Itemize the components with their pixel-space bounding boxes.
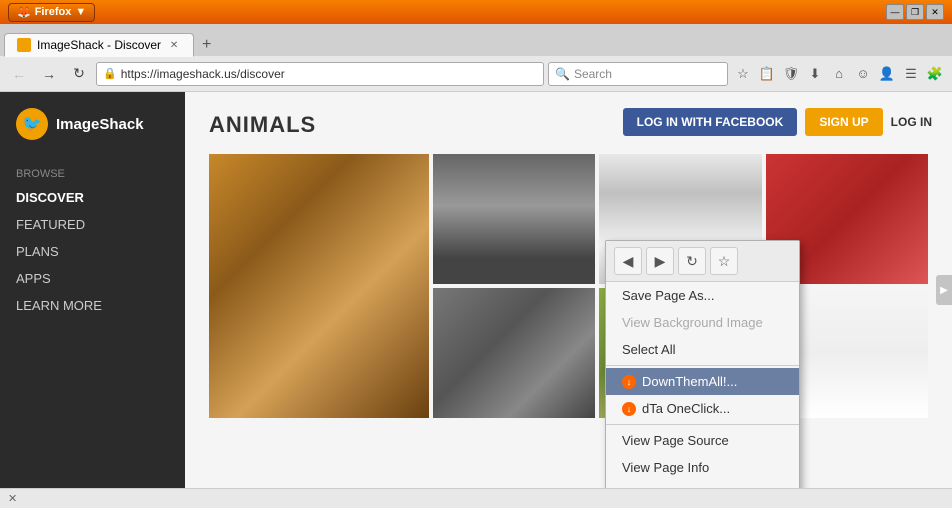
sidebar-logo: 🐦 ImageShack: [0, 108, 185, 156]
lock-icon: 🔒: [103, 67, 117, 80]
cm-view-page-source[interactable]: View Page Source: [606, 427, 799, 454]
url-text: https://imageshack.us/discover: [121, 67, 285, 81]
logo-icon: 🐦: [16, 108, 48, 140]
dta-icon: ↓: [622, 402, 636, 416]
cm-dta-oneclick[interactable]: ↓ dTa OneClick...: [606, 395, 799, 422]
home-icon[interactable]: ⌂: [828, 63, 850, 85]
content-area: LOG IN WITH FACEBOOK SIGN UP LOG IN ANIM…: [185, 92, 952, 488]
image-cell-dog[interactable]: [209, 154, 429, 418]
search-bar[interactable]: 🔍 Search: [548, 62, 728, 86]
main-layout: 🐦 ImageShack Browse DISCOVER FEATURED PL…: [0, 92, 952, 488]
login-button[interactable]: LOG IN: [891, 115, 932, 129]
window-controls: — ❐ ✕: [886, 4, 944, 20]
title-bar-left: 🦊 Firefox ▼: [8, 3, 95, 22]
search-icon: 🔍: [555, 67, 570, 81]
download-icon[interactable]: ⬇: [804, 63, 826, 85]
tab-close-button[interactable]: ✕: [167, 38, 181, 52]
sidebar-item-discover[interactable]: DISCOVER: [0, 184, 185, 211]
downthemall-icon: ↓: [622, 375, 636, 389]
image-cell-woman[interactable]: [433, 154, 595, 284]
tab-title: ImageShack - Discover: [37, 38, 161, 52]
context-menu-nav: ◀ ▶ ↻ ☆: [606, 241, 799, 282]
new-tab-button[interactable]: +: [196, 34, 217, 56]
cm-view-page-info[interactable]: View Page Info: [606, 454, 799, 481]
cm-forward-button[interactable]: ▶: [646, 247, 674, 275]
shield-icon[interactable]: 🛡: [780, 63, 802, 85]
dropdown-arrow: ▼: [75, 6, 86, 18]
tab-bar: ImageShack - Discover ✕ +: [0, 24, 952, 56]
cm-separator-2: [606, 424, 799, 425]
active-tab[interactable]: ImageShack - Discover ✕: [4, 33, 194, 57]
image-grid: [209, 154, 928, 418]
cm-inspect-element[interactable]: Inspect Element (Q): [606, 481, 799, 488]
sidebar-item-apps[interactable]: APPS: [0, 265, 185, 292]
nav-icons: ☆ 📋 🛡 ⬇ ⌂ ☺ 👤 ☰ 🧩: [732, 63, 946, 85]
image-cell-cat[interactable]: [433, 288, 595, 418]
cm-save-page-as[interactable]: Save Page As...: [606, 282, 799, 309]
scroll-right-button[interactable]: ▶: [936, 275, 952, 305]
cm-back-button[interactable]: ◀: [614, 247, 642, 275]
back-button[interactable]: ←: [6, 61, 32, 87]
nav-bar: ← → ↻ 🔒 https://imageshack.us/discover 🔍…: [0, 56, 952, 92]
signup-button[interactable]: SIGN UP: [805, 108, 882, 136]
menu-icon[interactable]: ☰: [900, 63, 922, 85]
cm-view-bg-image: View Background Image: [606, 309, 799, 336]
restore-button[interactable]: ❐: [906, 4, 924, 20]
sidebar-item-plans[interactable]: PLANS: [0, 238, 185, 265]
status-bar: ✕: [0, 488, 952, 508]
context-menu: ◀ ▶ ↻ ☆ Save Page As... View Background …: [605, 240, 800, 488]
tab-favicon: [17, 38, 31, 52]
smiley-icon[interactable]: ☺: [852, 63, 874, 85]
url-bar[interactable]: 🔒 https://imageshack.us/discover: [96, 62, 544, 86]
cm-separator-1: [606, 365, 799, 366]
firefox-icon: 🦊: [17, 6, 31, 19]
logo-text: ImageShack: [56, 116, 144, 133]
title-bar: 🦊 Firefox ▼ — ❐ ✕: [0, 0, 952, 24]
refresh-button[interactable]: ↻: [66, 61, 92, 87]
forward-button[interactable]: →: [36, 61, 62, 87]
bookmark-icon[interactable]: ☆: [732, 63, 754, 85]
cm-select-all[interactable]: Select All: [606, 336, 799, 363]
firefox-label: Firefox: [35, 6, 72, 18]
clipboard-icon[interactable]: 📋: [756, 63, 778, 85]
sidebar: 🐦 ImageShack Browse DISCOVER FEATURED PL…: [0, 92, 185, 488]
avatar-icon[interactable]: 👤: [876, 63, 898, 85]
firefox-menu-button[interactable]: 🦊 Firefox ▼: [8, 3, 95, 22]
addon-icon[interactable]: 🧩: [924, 63, 946, 85]
cm-downthemall[interactable]: ↓ DownThemAll!...: [606, 368, 799, 395]
minimize-button[interactable]: —: [886, 4, 904, 20]
sidebar-item-learn-more[interactable]: LEARN MORE: [0, 292, 185, 319]
status-close-button[interactable]: ✕: [8, 492, 17, 505]
close-button[interactable]: ✕: [926, 4, 944, 20]
facebook-login-button[interactable]: LOG IN WITH FACEBOOK: [623, 108, 798, 136]
sidebar-item-featured[interactable]: FEATURED: [0, 211, 185, 238]
cm-bookmark-button[interactable]: ☆: [710, 247, 738, 275]
header-actions: LOG IN WITH FACEBOOK SIGN UP LOG IN: [623, 108, 932, 136]
cm-refresh-button[interactable]: ↻: [678, 247, 706, 275]
search-placeholder: Search: [574, 67, 612, 81]
sidebar-browse-label: Browse: [0, 164, 185, 184]
